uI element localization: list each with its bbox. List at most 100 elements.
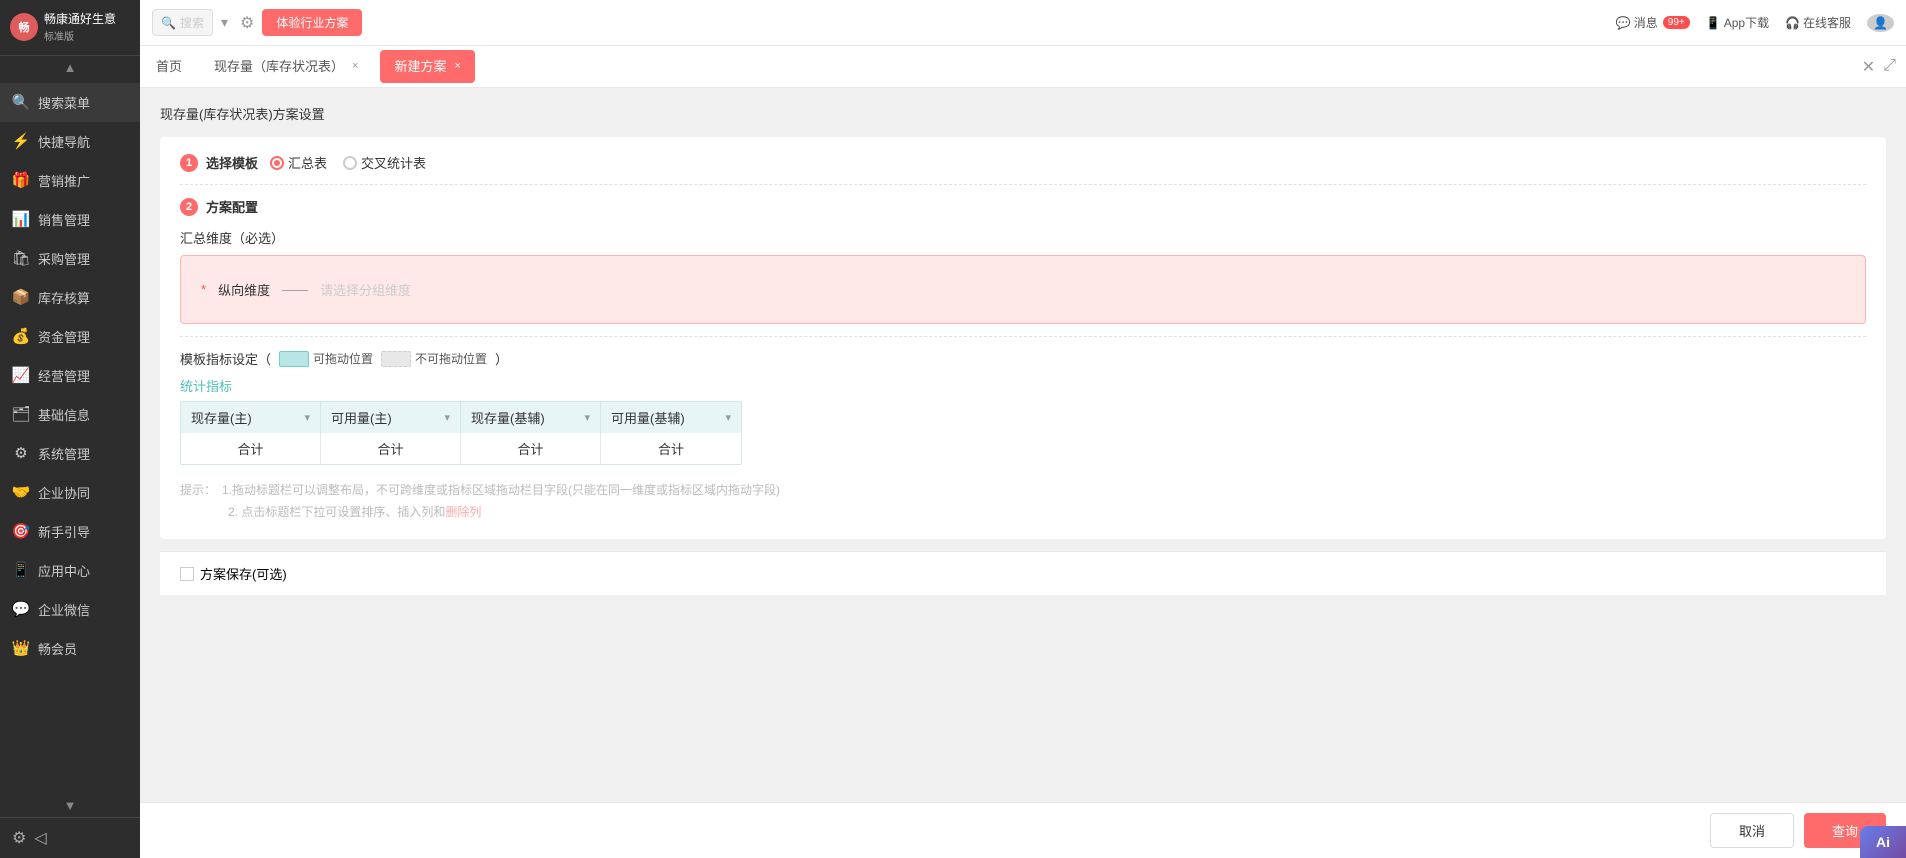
stats-col-3-header[interactable]: 现存量(基辅) ▾ [461, 402, 601, 433]
stats-col-2-header[interactable]: 可用量(主) ▾ [321, 402, 461, 433]
sidebar-item-finance[interactable]: 💰 资金管理 [0, 317, 140, 356]
col-4-arrow[interactable]: ▾ [725, 411, 731, 424]
sidebar-scroll-down[interactable]: ▼ [0, 794, 140, 817]
topbar: 🔍 搜索 ▾ ⚙ 体验行业方案 💬 消息 99+ 📱 App下载 🎧 在线客服 [140, 0, 1906, 46]
dim-direction-label: 纵向维度 [218, 280, 270, 299]
sidebar-item-label: 企业微信 [38, 600, 90, 619]
sidebar-item-label: 应用中心 [38, 561, 90, 580]
headset-icon: 🎧 [1785, 16, 1800, 30]
sidebar-item-app-center[interactable]: 📱 应用中心 [0, 551, 140, 590]
stats-col-1-body: 合计 [181, 433, 321, 464]
col-1-arrow[interactable]: ▾ [304, 411, 310, 424]
cancel-button[interactable]: 取消 [1710, 813, 1794, 848]
operations-icon: 📈 [12, 366, 30, 384]
tip-2-text: 2. 点击标题栏下拉可设置排序、插入列和 [180, 505, 445, 519]
corp-wechat-icon: 💬 [12, 600, 30, 618]
messages-item[interactable]: 💬 消息 99+ [1616, 14, 1690, 31]
tab-expand-icon[interactable]: ⤢ [1883, 57, 1896, 77]
app-download-item[interactable]: 📱 App下载 [1706, 14, 1769, 31]
app-name: 畅康通好生意 [44, 12, 116, 28]
online-service-item[interactable]: 🎧 在线客服 [1785, 14, 1851, 31]
stats-col-3-body: 合计 [461, 433, 601, 464]
step2-num: 2 [180, 198, 198, 216]
ai-button[interactable]: Ai [1860, 826, 1906, 858]
template-radio-group: 汇总表 交叉统计表 [270, 153, 426, 172]
sys-mgmt-icon: ⚙ [12, 444, 30, 462]
sidebar-item-basic-info[interactable]: 🗂 基础信息 [0, 395, 140, 434]
sidebar-item-vip[interactable]: 👑 畅会员 [0, 629, 140, 668]
tip-1: 提示： 1.拖动标题栏可以调整布局，不可跨维度或指标区域拖动栏目字段(只能在同一… [180, 480, 1866, 502]
col-2-name: 可用量(主) [331, 408, 392, 427]
app-download-label: App下载 [1724, 14, 1769, 31]
sidebar-item-label: 经营管理 [38, 366, 90, 385]
sidebar-item-corp-wechat[interactable]: 💬 企业微信 [0, 590, 140, 629]
col-1-name: 现存量(主) [191, 408, 252, 427]
col-2-arrow[interactable]: ▾ [444, 411, 450, 424]
sidebar-item-label: 快捷导航 [38, 132, 90, 151]
tab-new-plan[interactable]: 新建方案 × [380, 50, 474, 83]
sidebar-item-search-menu[interactable]: 🔍 搜索菜单 [0, 83, 140, 122]
marketing-icon: 🎁 [12, 171, 30, 189]
sidebar-item-label: 销售管理 [38, 210, 90, 229]
topbar-dropdown-icon[interactable]: ▾ [221, 14, 228, 31]
stats-col-1-header[interactable]: 现存量(主) ▾ [181, 402, 321, 433]
col-3-arrow[interactable]: ▾ [584, 411, 590, 424]
tab-new-plan-close-icon[interactable]: × [454, 60, 460, 72]
sidebar-item-inventory[interactable]: 📦 库存核算 [0, 278, 140, 317]
tip-2: 2. 点击标题栏下拉可设置排序、插入列和删除列 [180, 502, 1866, 524]
new-guide-icon: 🎯 [12, 522, 30, 540]
radio-cross-dot [343, 156, 357, 170]
sidebar-settings-icon[interactable]: ⚙ [12, 828, 26, 848]
sidebar-item-sales[interactable]: 📊 销售管理 [0, 200, 140, 239]
sidebar-item-quick-nav[interactable]: ⚡ 快捷导航 [0, 122, 140, 161]
sidebar-item-purchase[interactable]: 🛍 采购管理 [0, 239, 140, 278]
finance-icon: 💰 [12, 327, 30, 345]
save-checkbox[interactable] [180, 567, 194, 581]
movable-legend-text: 可拖动位置 [313, 350, 373, 367]
main-content: 🔍 搜索 ▾ ⚙ 体验行业方案 💬 消息 99+ 📱 App下载 🎧 在线客服 [140, 0, 1906, 858]
page-title: 现存量(库存状况表)方案设置 [160, 104, 1886, 123]
sidebar-item-corp-collab[interactable]: 🤝 企业协同 [0, 473, 140, 512]
topbar-search-box[interactable]: 🔍 搜索 [152, 9, 213, 36]
tab-inventory-close-icon[interactable]: × [352, 60, 358, 72]
message-icon: 💬 [1616, 16, 1631, 30]
messages-label: 消息 [1634, 14, 1658, 31]
step1-label: 选择模板 [206, 153, 258, 172]
radio-summary-label: 汇总表 [288, 153, 327, 172]
dimension-box[interactable]: * 纵向维度 —— 请选择分组维度 [180, 255, 1866, 324]
app-version: 标准版 [44, 28, 116, 43]
sidebar-item-operations[interactable]: 📈 经营管理 [0, 356, 140, 395]
app-center-icon: 📱 [12, 561, 30, 579]
user-avatar[interactable]: 👤 [1867, 14, 1894, 32]
save-area: 方案保存(可选) [160, 551, 1886, 595]
dim-placeholder: 请选择分组维度 [320, 280, 411, 299]
topbar-gear-icon[interactable]: ⚙ [240, 13, 254, 33]
sidebar-item-sys-mgmt[interactable]: ⚙ 系统管理 [0, 434, 140, 473]
sidebar-item-label: 库存核算 [38, 288, 90, 307]
step2-label: 方案配置 [206, 197, 258, 216]
indicator-settings-row: 模板指标设定（ 可拖动位置 不可拖动位置 ） [180, 349, 1866, 368]
tab-inventory-status[interactable]: 现存量（库存状况表） × [198, 46, 374, 87]
sidebar-item-new-guide[interactable]: 🎯 新手引导 [0, 512, 140, 551]
tab-close-all-icon[interactable]: ✕ [1862, 57, 1875, 77]
sidebar-collapse-icon[interactable]: ◁ [34, 828, 46, 848]
search-icon: 🔍 [161, 16, 176, 30]
vip-icon: 👑 [12, 639, 30, 657]
sidebar: 畅 畅康通好生意 标准版 ▲ 🔍 搜索菜单 ⚡ 快捷导航 🎁 营销推广 📊 销售… [0, 0, 140, 858]
fixed-legend-box [381, 351, 411, 367]
tab-expand-icons: ✕ ⤢ [1862, 57, 1906, 77]
sidebar-item-marketing[interactable]: 🎁 营销推广 [0, 161, 140, 200]
logo-icon: 畅 [10, 13, 38, 41]
radio-summary[interactable]: 汇总表 [270, 153, 327, 172]
online-service-label: 在线客服 [1803, 14, 1851, 31]
radio-cross[interactable]: 交叉统计表 [343, 153, 426, 172]
topbar-left: 🔍 搜索 ▾ ⚙ 体验行业方案 [152, 9, 362, 36]
tab-home[interactable]: 首页 [140, 46, 198, 87]
trial-btn[interactable]: 体验行业方案 [262, 9, 362, 36]
stats-col-4-header[interactable]: 可用量(基辅) ▾ [601, 402, 741, 433]
sidebar-nav: 🔍 搜索菜单 ⚡ 快捷导航 🎁 营销推广 📊 销售管理 🛍 采购管理 📦 库存核… [0, 79, 140, 794]
sidebar-scroll-up[interactable]: ▲ [0, 56, 140, 79]
corp-collab-icon: 🤝 [12, 483, 30, 501]
sidebar-footer: ⚙ ◁ [0, 817, 140, 858]
plan-config-card: 1 选择模板 汇总表 交叉统计表 2 方案配置 [160, 137, 1886, 539]
